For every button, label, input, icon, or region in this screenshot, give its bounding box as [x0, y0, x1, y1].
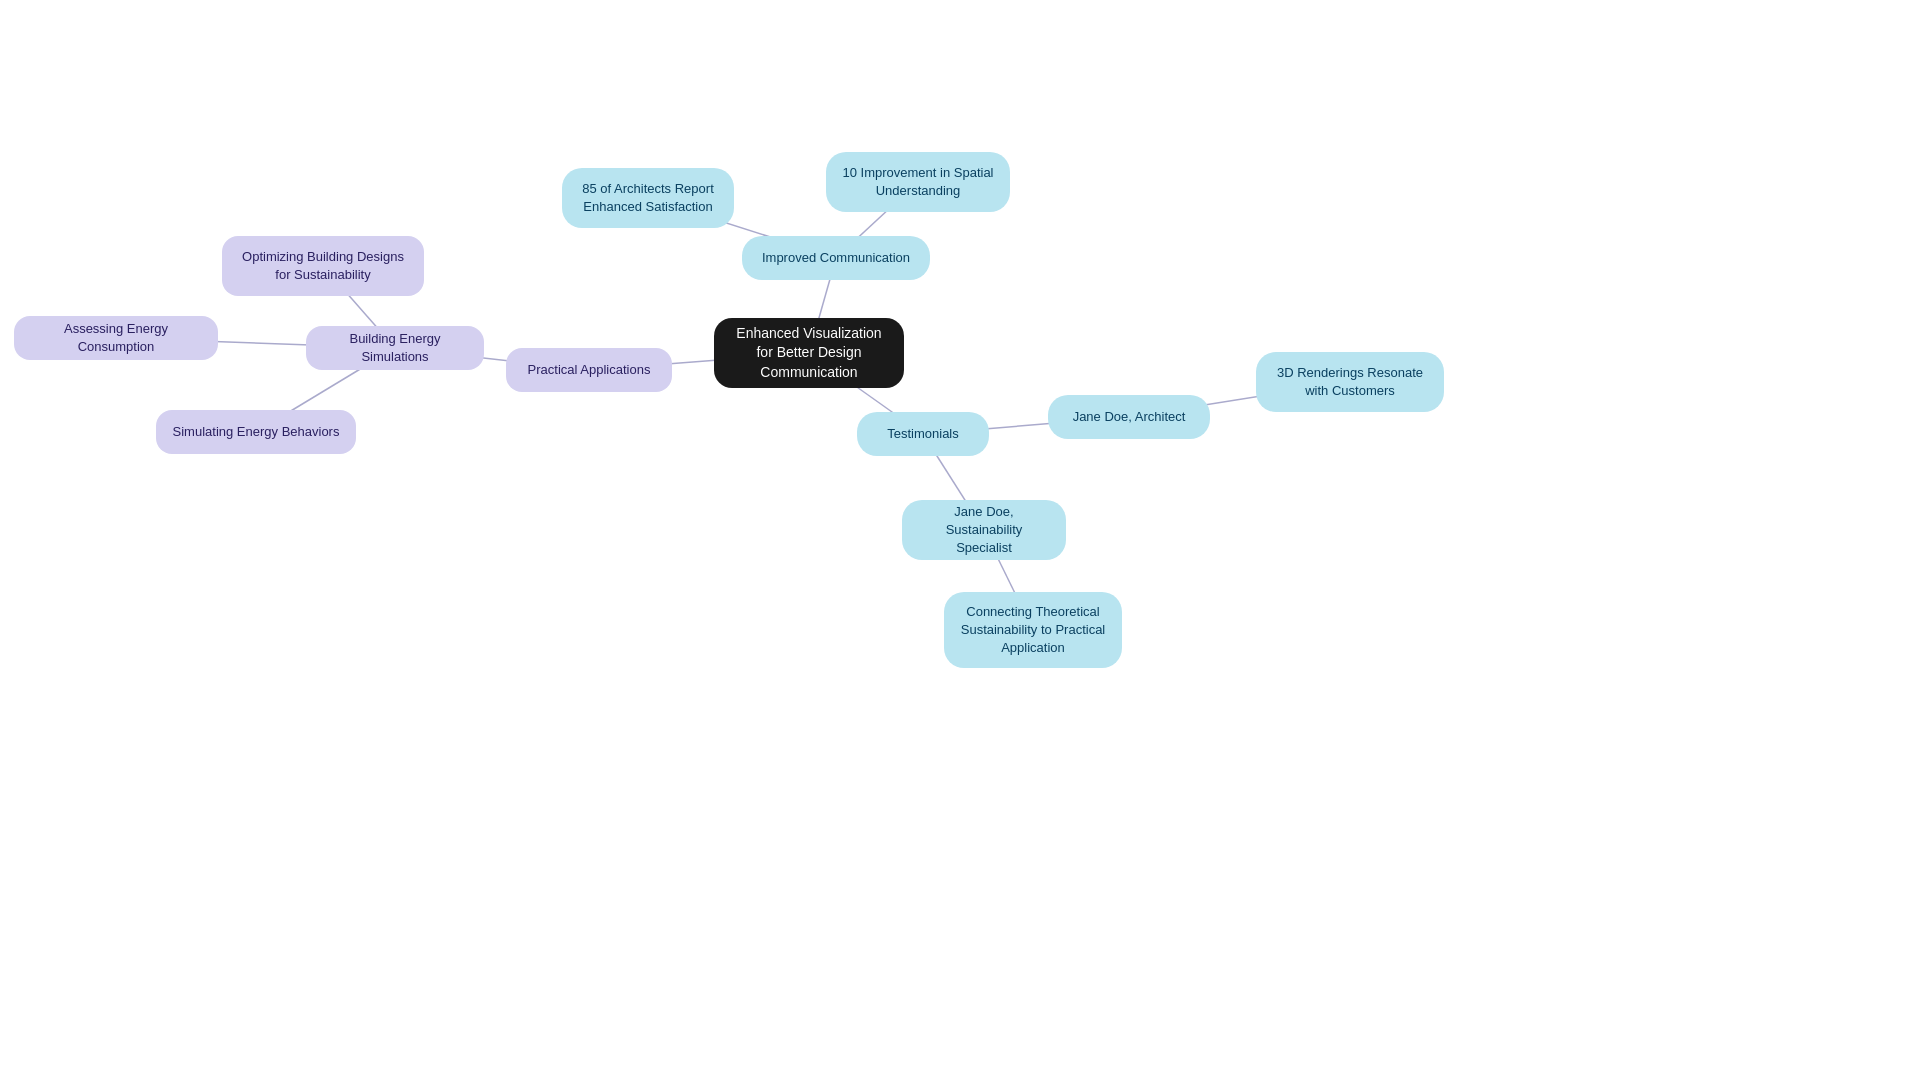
node-connecting-theoretical[interactable]: Connecting Theoretical Sustainability to…: [944, 592, 1122, 668]
node-architects85[interactable]: 85 of Architects Report Enhanced Satisfa…: [562, 168, 734, 228]
node-spatial-understanding[interactable]: 10 Improvement in Spatial Understanding: [826, 152, 1010, 212]
node-optimizing-building[interactable]: Optimizing Building Designs for Sustaina…: [222, 236, 424, 296]
node-assessing-energy[interactable]: Assessing Energy Consumption: [14, 316, 218, 360]
mindmap-canvas: Enhanced Visualization for Better Design…: [0, 0, 1920, 1083]
node-simulating-energy[interactable]: Simulating Energy Behaviors: [156, 410, 356, 454]
node-testimonials[interactable]: Testimonials: [857, 412, 989, 456]
node-building-energy-sim[interactable]: Building Energy Simulations: [306, 326, 484, 370]
node-3d-renderings[interactable]: 3D Renderings Resonate with Customers: [1256, 352, 1444, 412]
node-jane-doe-architect[interactable]: Jane Doe, Architect: [1048, 395, 1210, 439]
node-improved-comm[interactable]: Improved Communication: [742, 236, 930, 280]
node-jane-doe-sust[interactable]: Jane Doe, Sustainability Specialist: [902, 500, 1066, 560]
node-practical-apps[interactable]: Practical Applications: [506, 348, 672, 392]
node-center[interactable]: Enhanced Visualization for Better Design…: [714, 318, 904, 388]
